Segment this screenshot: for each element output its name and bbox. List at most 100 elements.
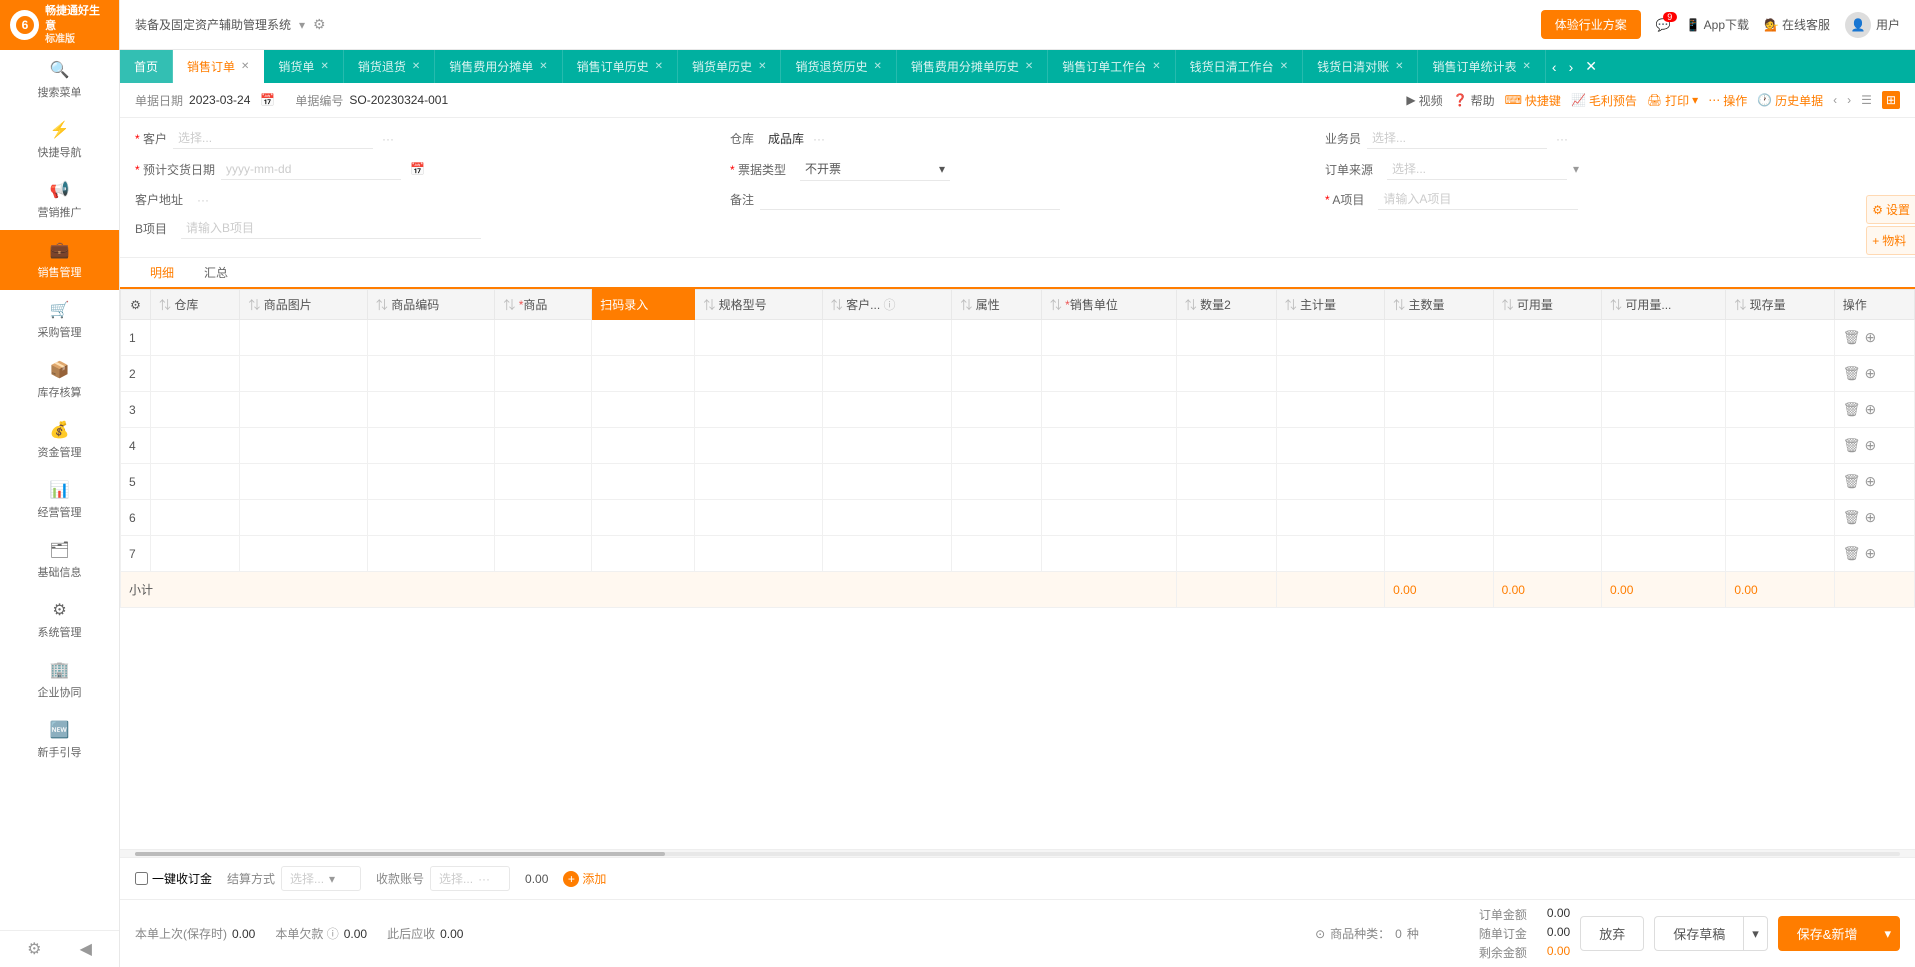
row-3-available[interactable] <box>1493 392 1601 428</box>
row-7-image[interactable] <box>240 536 367 572</box>
online-service[interactable]: 💁 在线客服 <box>1764 16 1830 33</box>
tab-daily[interactable]: 钱货日清工作台 ✕ <box>1176 50 1303 83</box>
row-6-available[interactable] <box>1493 500 1601 536</box>
row-3-spec[interactable] <box>695 392 822 428</box>
row-6-spec[interactable] <box>695 500 822 536</box>
tab-close-sales[interactable]: ✕ <box>320 61 328 72</box>
remarks-input[interactable] <box>760 189 1060 210</box>
row-4-image[interactable] <box>240 428 367 464</box>
th-customer-code[interactable]: ⇅ 客户... ⓘ <box>822 290 952 320</box>
row-7-qty2[interactable] <box>1176 536 1276 572</box>
row-2-main-qty[interactable] <box>1385 356 1493 392</box>
row-4-scan[interactable] <box>592 428 695 464</box>
row-5-available[interactable] <box>1493 464 1601 500</box>
row-1-scan[interactable] <box>592 320 695 356</box>
row-1-warehouse[interactable] <box>151 320 240 356</box>
th-available2[interactable]: ⇅ 可用量... <box>1602 290 1726 320</box>
th-unit[interactable]: ⇅ *销售单位 <box>1041 290 1176 320</box>
row-6-delete-btn[interactable]: 🗑 <box>1843 509 1861 526</box>
row-4-warehouse[interactable] <box>151 428 240 464</box>
tab-summary[interactable]: 汇总 <box>189 258 243 289</box>
th-spec[interactable]: ⇅ 规格型号 <box>695 290 822 320</box>
tab-return-history[interactable]: 销货退货历史 ✕ <box>781 50 896 83</box>
tab-close-daily[interactable]: ✕ <box>1280 61 1288 72</box>
row-1-main-unit[interactable] <box>1276 320 1384 356</box>
one-click-checkbox[interactable]: 一键收订金 <box>135 870 212 887</box>
row-5-delete-btn[interactable]: 🗑 <box>1843 473 1861 490</box>
row-4-main-unit[interactable] <box>1276 428 1384 464</box>
sidebar-item-marketing[interactable]: 📢 营销推广 <box>0 170 119 230</box>
row-4-main-qty[interactable] <box>1385 428 1493 464</box>
row-7-scan[interactable] <box>592 536 695 572</box>
sidebar-item-enterprise[interactable]: 🏢 企业协同 <box>0 650 119 710</box>
row-7-current-qty[interactable] <box>1726 536 1834 572</box>
row-5-image[interactable] <box>240 464 367 500</box>
payment-method-select[interactable]: 选择... ▾ <box>281 866 361 891</box>
row-3-copy-btn[interactable]: ⊕ <box>1865 401 1877 418</box>
row-3-image[interactable] <box>240 392 367 428</box>
row-5-current-qty[interactable] <box>1726 464 1834 500</box>
row-5-main-unit[interactable] <box>1276 464 1384 500</box>
row-1-image[interactable] <box>240 320 367 356</box>
th-attribute[interactable]: ⇅ 属性 <box>952 290 1041 320</box>
row-5-available2[interactable] <box>1602 464 1726 500</box>
horizontal-scrollbar[interactable] <box>120 849 1915 857</box>
row-2-available2[interactable] <box>1602 356 1726 392</box>
view-toggle-card[interactable]: ⊞ <box>1882 91 1900 109</box>
settings-float-btn[interactable]: ⚙ 设置 <box>1866 195 1915 224</box>
tab-close-sales-order[interactable]: ✕ <box>241 61 249 72</box>
row-2-customer-code[interactable] <box>822 356 952 392</box>
row-5-customer-code[interactable] <box>822 464 952 500</box>
row-3-customer-code[interactable] <box>822 392 952 428</box>
row-6-code[interactable] <box>367 500 494 536</box>
row-6-product[interactable] <box>495 500 592 536</box>
app-download[interactable]: 📱 App下载 <box>1686 16 1749 33</box>
row-2-product[interactable] <box>495 356 592 392</box>
tab-close-expense[interactable]: ✕ <box>539 61 547 72</box>
row-3-main-qty[interactable] <box>1385 392 1493 428</box>
row-2-image[interactable] <box>240 356 367 392</box>
row-5-product[interactable] <box>495 464 592 500</box>
row-7-unit[interactable] <box>1041 536 1176 572</box>
nav-next-icon[interactable]: › <box>1847 93 1851 107</box>
row-2-available[interactable] <box>1493 356 1601 392</box>
operation-action[interactable]: ⋯ 操作 <box>1708 92 1747 109</box>
sidebar-item-finance[interactable]: 💰 资金管理 <box>0 410 119 470</box>
th-available[interactable]: ⇅ 可用量 <box>1493 290 1601 320</box>
sidebar-item-operations[interactable]: 📊 经营管理 <box>0 470 119 530</box>
row-1-qty2[interactable] <box>1176 320 1276 356</box>
th-current-qty[interactable]: ⇅ 现存量 <box>1726 290 1834 320</box>
tab-stats[interactable]: 销售订单统计表 ✕ <box>1418 50 1545 83</box>
row-5-unit[interactable] <box>1041 464 1176 500</box>
row-2-qty2[interactable] <box>1176 356 1276 392</box>
collapse-icon[interactable]: ◀ <box>80 939 92 959</box>
tab-detail[interactable]: 明细 <box>135 258 189 289</box>
th-scan[interactable]: 扫码录入 <box>592 290 695 320</box>
notification-icon[interactable]: 💬 9 <box>1656 16 1671 34</box>
row-1-spec[interactable] <box>695 320 822 356</box>
calendar2-icon[interactable]: 📅 <box>410 162 425 176</box>
tab-close-order-history[interactable]: ✕ <box>655 61 663 72</box>
row-4-code[interactable] <box>367 428 494 464</box>
row-2-unit[interactable] <box>1041 356 1176 392</box>
row-6-qty2[interactable] <box>1176 500 1276 536</box>
row-4-delete-btn[interactable]: 🗑 <box>1843 437 1861 454</box>
th-main-qty[interactable]: ⇅ 主数量 <box>1385 290 1493 320</box>
row-1-attribute[interactable] <box>952 320 1041 356</box>
row-2-scan[interactable] <box>592 356 695 392</box>
address-dots[interactable]: ··· <box>197 193 209 207</box>
row-3-qty2[interactable] <box>1176 392 1276 428</box>
row-7-warehouse[interactable] <box>151 536 240 572</box>
th-product[interactable]: ⇅ *商品 <box>495 290 592 320</box>
sidebar-item-system[interactable]: ⚙ 系统管理 <box>0 590 119 650</box>
row-2-current-qty[interactable] <box>1726 356 1834 392</box>
sidebar-item-sales[interactable]: 💼 销售管理 <box>0 230 119 290</box>
row-6-scan[interactable] <box>592 500 695 536</box>
row-4-spec[interactable] <box>695 428 822 464</box>
th-main-unit[interactable]: ⇅ 主计量 <box>1276 290 1384 320</box>
th-warehouse[interactable]: ⇅ 仓库 <box>151 290 240 320</box>
view-action[interactable]: ▶ 视频 <box>1406 92 1442 109</box>
tab-close-workbench[interactable]: ✕ <box>1152 61 1160 72</box>
tab-expense-history[interactable]: 销售费用分摊单历史 ✕ <box>897 50 1048 83</box>
row-1-unit[interactable] <box>1041 320 1176 356</box>
